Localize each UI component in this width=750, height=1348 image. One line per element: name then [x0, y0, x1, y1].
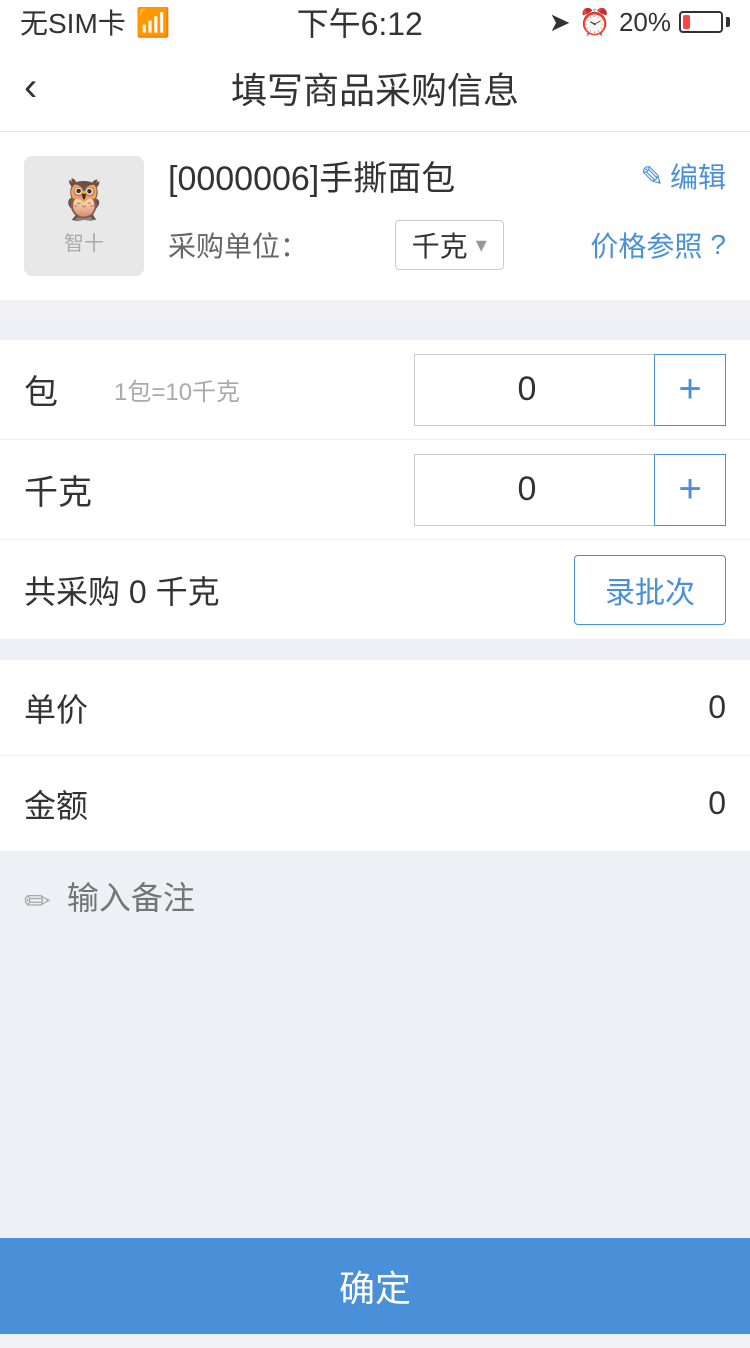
- amount-value: 0: [708, 785, 726, 822]
- bag-input-row: 包 1包=10千克 +: [0, 340, 750, 440]
- price-ref-button[interactable]: 价格参照 ?: [590, 225, 726, 265]
- total-amount: 0: [129, 574, 147, 610]
- back-button[interactable]: ‹: [24, 65, 37, 110]
- total-unit: 千克: [156, 574, 220, 610]
- product-logo-icon: 🦉: [59, 176, 109, 223]
- status-bar: 无SIM卡 📶 下午6:12 ➤ ⏰ 20%: [0, 0, 750, 44]
- bag-input[interactable]: [414, 354, 654, 426]
- status-time: 下午6:12: [297, 0, 423, 45]
- bag-label: 包: [24, 365, 104, 414]
- product-thumbnail: 🦉 智十: [24, 156, 144, 276]
- edit-button[interactable]: ✎ 编辑: [641, 156, 726, 196]
- bag-input-wrap: +: [414, 354, 726, 426]
- total-prefix: 共采购: [24, 574, 120, 610]
- pencil-icon: ✏: [24, 882, 51, 920]
- bag-plus-button[interactable]: +: [654, 354, 726, 426]
- carrier-label: 无SIM卡: [20, 2, 126, 42]
- amount-label: 金额: [24, 781, 708, 827]
- kg-label: 千克: [24, 465, 104, 514]
- unit-value: 千克: [412, 225, 468, 265]
- batch-button[interactable]: 录批次: [574, 555, 726, 625]
- total-row: 共采购 0 千克 录批次: [0, 540, 750, 640]
- divider-2: [0, 640, 750, 660]
- kg-input[interactable]: [414, 454, 654, 526]
- edit-label: 编辑: [670, 156, 726, 196]
- input-section: 包 1包=10千克 + 千克 + 共采购 0 千克 录批次: [0, 340, 750, 640]
- price-ref-label: 价格参照: [590, 225, 702, 265]
- unit-select[interactable]: 千克 ▾: [395, 220, 504, 270]
- note-input[interactable]: [67, 880, 726, 917]
- confirm-button[interactable]: 确定: [0, 1238, 750, 1334]
- divider-1: [0, 320, 750, 340]
- total-text: 共采购 0 千克: [24, 567, 574, 613]
- unit-label: 采购单位：: [168, 225, 308, 265]
- bag-sublabel: 1包=10千克: [114, 372, 414, 407]
- amount-row: 金额 0: [0, 756, 750, 852]
- edit-icon: ✎: [641, 160, 664, 193]
- unit-price-value: 0: [708, 689, 726, 726]
- price-section: 单价 0 金额 0: [0, 660, 750, 852]
- wifi-icon: 📶: [136, 6, 171, 39]
- status-left: 无SIM卡 📶: [20, 2, 171, 42]
- unit-price-label: 单价: [24, 685, 708, 731]
- location-icon: ➤: [549, 7, 571, 38]
- alarm-icon: ⏰: [579, 7, 611, 38]
- battery-icon: [679, 11, 730, 33]
- product-unit-row: 采购单位： 千克 ▾ 价格参照 ?: [168, 220, 726, 270]
- note-section: ✏: [0, 852, 750, 1252]
- question-icon: ?: [710, 229, 726, 261]
- unit-price-row: 单价 0: [0, 660, 750, 756]
- page-title: 填写商品采购信息: [231, 62, 519, 114]
- kg-input-row: 千克 +: [0, 440, 750, 540]
- product-logo-text: 智十: [64, 227, 104, 256]
- status-right: ➤ ⏰ 20%: [549, 7, 730, 38]
- kg-input-wrap: +: [414, 454, 726, 526]
- chevron-down-icon: ▾: [476, 232, 487, 258]
- battery-percent: 20%: [619, 7, 671, 38]
- kg-plus-button[interactable]: +: [654, 454, 726, 526]
- nav-bar: ‹ 填写商品采购信息: [0, 44, 750, 132]
- product-card: 🦉 智十 [0000006]手撕面包 采购单位： 千克 ▾ 价格参照 ? ✎ 编…: [0, 132, 750, 300]
